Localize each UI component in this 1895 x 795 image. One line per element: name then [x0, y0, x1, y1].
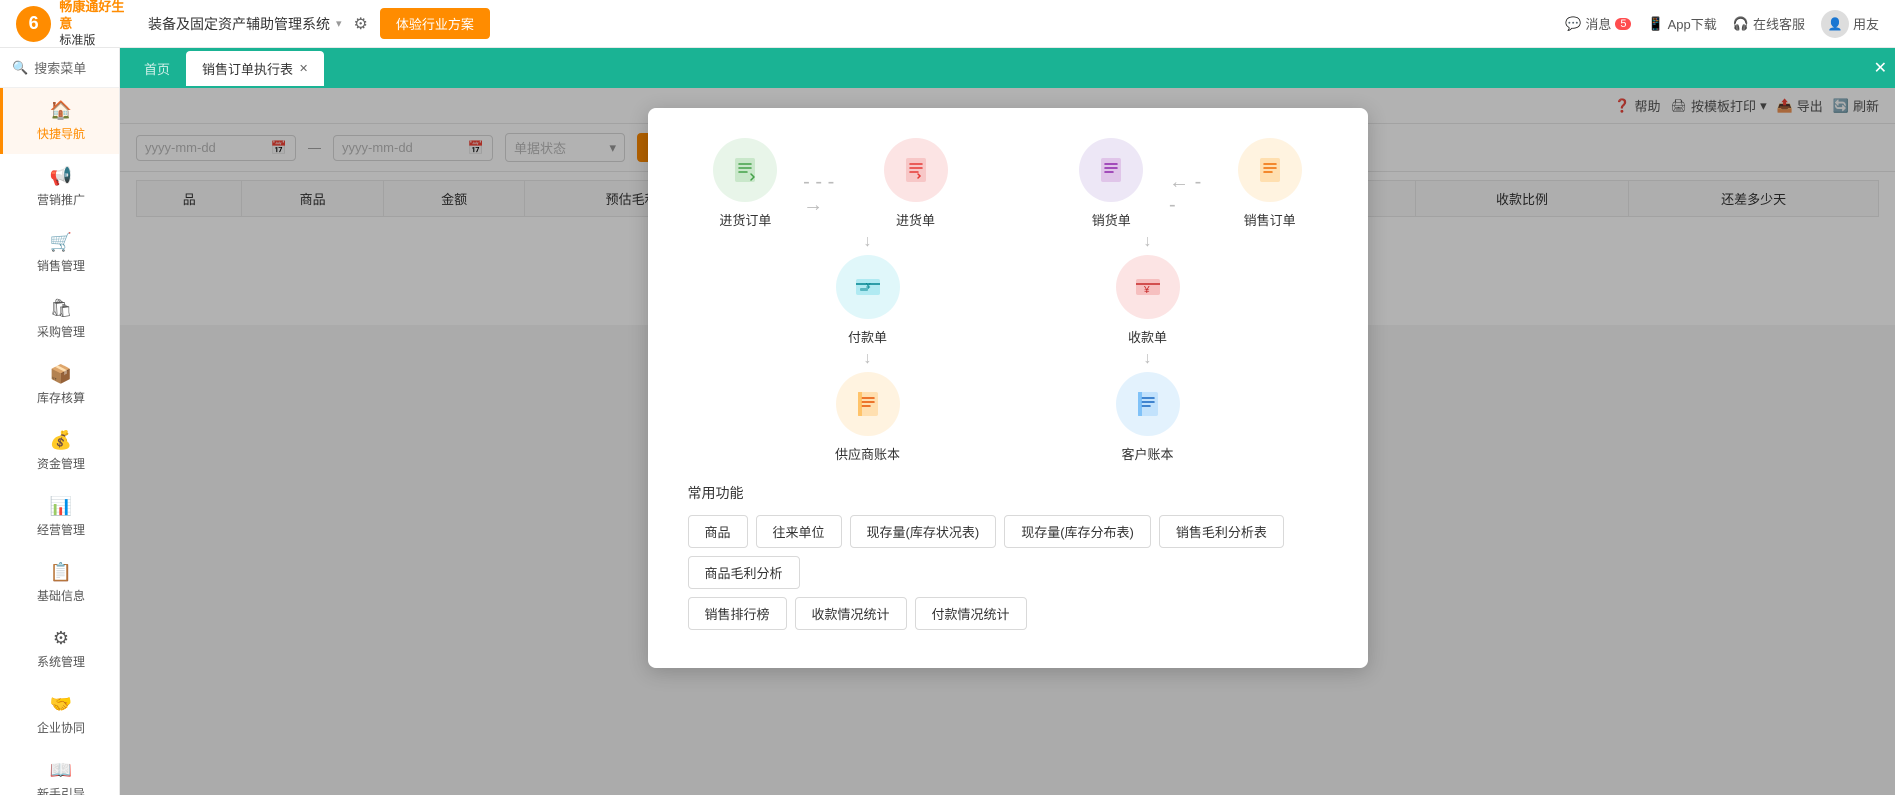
system-icon: ⚙: [53, 628, 69, 649]
svg-text:¥: ¥: [865, 282, 871, 291]
tab-bar: 首页 销售订单执行表 ✕ ✕: [120, 48, 1895, 88]
flow-node-payment-bill[interactable]: ¥ 付款单: [808, 255, 928, 346]
sales-bill-icon: [1079, 138, 1143, 202]
func-btn-payment-stats[interactable]: 付款情况统计: [915, 597, 1027, 630]
center-space: [973, 165, 1053, 203]
sales-order-icon: [1238, 138, 1302, 202]
finance-icon: 💰: [50, 430, 72, 451]
sidebar-item-quick-nav[interactable]: 🏠 快捷导航: [0, 88, 119, 154]
sidebar-search[interactable]: 🔍 搜索菜单: [0, 48, 119, 88]
try-button[interactable]: 体验行业方案: [380, 8, 490, 39]
top-right-area: 💬 消息 5 📱 App下载 🎧 在线客服 👤 用友: [1565, 10, 1879, 38]
sidebar-item-basic[interactable]: 📋 基础信息: [0, 550, 119, 616]
tab-sales-order[interactable]: 销售订单执行表 ✕: [186, 51, 324, 86]
sidebar-item-purchase[interactable]: 🛍 采购管理: [0, 286, 119, 352]
operation-icon: 📊: [50, 496, 72, 517]
flow-node-purchase-bill[interactable]: 进货单: [858, 138, 974, 229]
purchase-icon: 🛍: [50, 298, 73, 319]
payment-bill-icon: ¥: [836, 255, 900, 319]
app-download-button[interactable]: 📱 App下载: [1647, 14, 1716, 33]
common-funcs-title: 常用功能: [688, 483, 1328, 503]
settings-icon[interactable]: ⚙: [354, 14, 368, 34]
arrow-purchase-order-to-bill: - - - →: [803, 151, 858, 217]
sidebar-item-marketing[interactable]: 📢 营销推广: [0, 154, 119, 220]
common-functions: 常用功能 商品 往来单位 现存量(库存状况表) 现存量(库存分布表) 销售毛利分…: [688, 483, 1328, 630]
sidebar: 🔍 搜索菜单 🏠 快捷导航 📢 营销推广 🛒 销售管理 🛍 采购管理 📦: [0, 48, 120, 795]
receipt-bill-icon: ¥: [1116, 255, 1180, 319]
home-icon: 🏠: [50, 100, 72, 121]
func-btn-stock-status[interactable]: 现存量(库存状况表): [850, 515, 997, 548]
service-icon: 🎧: [1733, 16, 1749, 32]
sidebar-item-collab[interactable]: 🤝 企业协同: [0, 682, 119, 748]
app-icon: 📱: [1647, 16, 1663, 32]
system-title: 装备及固定资产辅助管理系统 ▾: [148, 14, 342, 34]
sidebar-item-operation[interactable]: 📊 经营管理: [0, 484, 119, 550]
popup: 进货订单 - - - →: [648, 108, 1368, 668]
func-row-1: 商品 往来单位 现存量(库存状况表) 现存量(库存分布表) 销售毛利分析表 商品…: [688, 515, 1328, 589]
tab-home[interactable]: 首页: [128, 51, 186, 86]
purchase-bill-icon: [884, 138, 948, 202]
flow-node-sales-order[interactable]: 销售订单: [1212, 138, 1328, 229]
flow-node-supplier-ledger[interactable]: 供应商账本: [808, 372, 928, 463]
logo-icon: 6: [16, 6, 51, 42]
sidebar-item-finance[interactable]: 💰 资金管理: [0, 418, 119, 484]
flow-node-purchase-order[interactable]: 进货订单: [688, 138, 804, 229]
collab-icon: 🤝: [50, 694, 72, 715]
arrow-sales-order-to-bill: ← - -: [1169, 151, 1212, 217]
customer-ledger-icon: [1116, 372, 1180, 436]
search-icon: 🔍: [12, 60, 28, 76]
guide-icon: 📖: [50, 760, 72, 781]
page-content: ❓ 帮助 🖨 按模板打印 ▾ 📤 导出 🔄: [120, 88, 1895, 795]
basic-icon: 📋: [50, 562, 72, 583]
svg-text:¥: ¥: [1143, 285, 1150, 296]
logo-area: 6 畅康通好生意 标准版: [16, 0, 136, 48]
overlay: 进货订单 - - - →: [120, 88, 1895, 795]
online-service-button[interactable]: 🎧 在线客服: [1733, 14, 1805, 33]
func-btn-product[interactable]: 商品: [688, 515, 748, 548]
func-btn-sales-profit[interactable]: 销售毛利分析表: [1159, 515, 1284, 548]
supplier-ledger-icon: [836, 372, 900, 436]
flow-node-customer-ledger[interactable]: 客户账本: [1088, 372, 1208, 463]
inventory-icon: 📦: [50, 364, 72, 385]
sidebar-item-inventory[interactable]: 📦 库存核算: [0, 352, 119, 418]
func-btn-sales-rank[interactable]: 销售排行榜: [688, 597, 787, 630]
content-area: 首页 销售订单执行表 ✕ ✕ ❓ 帮助: [120, 48, 1895, 795]
func-btn-product-profit[interactable]: 商品毛利分析: [688, 556, 800, 589]
func-btn-stock-dist[interactable]: 现存量(库存分布表): [1004, 515, 1151, 548]
tab-close-icon[interactable]: ✕: [299, 62, 308, 75]
user-menu[interactable]: 👤 用友: [1821, 10, 1879, 38]
sidebar-item-sales[interactable]: 🛒 销售管理: [0, 220, 119, 286]
system-dropdown-icon[interactable]: ▾: [336, 17, 342, 30]
tab-close-all-button[interactable]: ✕: [1874, 58, 1887, 78]
func-row-2: 销售排行榜 收款情况统计 付款情况统计: [688, 597, 1328, 630]
message-badge: 5: [1615, 18, 1631, 30]
avatar: 👤: [1821, 10, 1849, 38]
top-bar: 6 畅康通好生意 标准版 装备及固定资产辅助管理系统 ▾ ⚙ 体验行业方案 💬 …: [0, 0, 1895, 48]
purchase-order-icon: [713, 138, 777, 202]
marketing-icon: 📢: [50, 166, 72, 187]
flow-node-receipt-bill[interactable]: ¥ 收款单: [1088, 255, 1208, 346]
message-button[interactable]: 💬 消息 5: [1565, 14, 1631, 33]
popup-body: 进货订单 - - - →: [648, 108, 1368, 668]
sales-icon: 🛒: [50, 232, 72, 253]
sidebar-item-guide[interactable]: 📖 新手引导: [0, 748, 119, 795]
flow-node-sales-bill[interactable]: 销货单: [1053, 138, 1169, 229]
sidebar-item-system[interactable]: ⚙ 系统管理: [0, 616, 119, 682]
message-icon: 💬: [1565, 16, 1581, 32]
func-btn-partner[interactable]: 往来单位: [756, 515, 842, 548]
logo-text: 畅康通好生意 标准版: [59, 0, 136, 48]
func-btn-receipt-stats[interactable]: 收款情况统计: [795, 597, 907, 630]
